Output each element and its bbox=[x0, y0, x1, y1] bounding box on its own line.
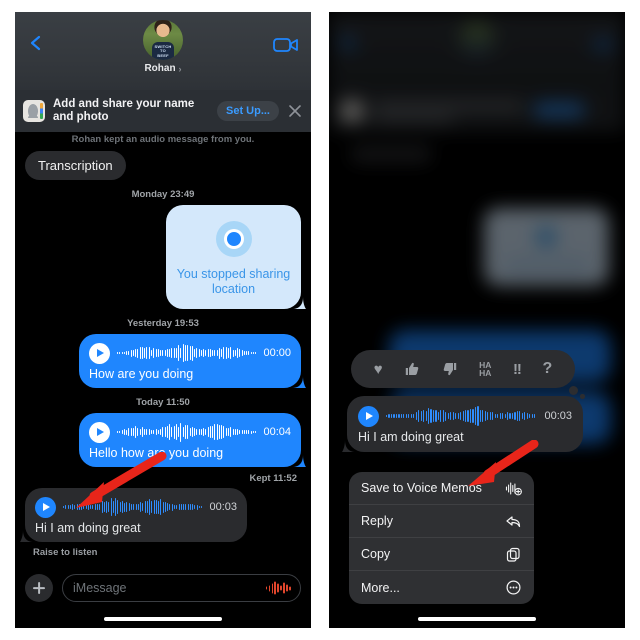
message-input-bar: iMessage bbox=[15, 570, 311, 606]
bubble-tail bbox=[20, 530, 34, 542]
audio-transcript: How are you doing bbox=[89, 367, 194, 381]
thumbs-up-icon[interactable] bbox=[404, 361, 420, 377]
contact-name-label: Rohan bbox=[144, 63, 176, 74]
audio-message-bubble[interactable]: 00:04 Hello how are you doing bbox=[79, 413, 306, 467]
raise-to-listen-hint: Raise to listen bbox=[33, 547, 98, 558]
play-icon[interactable] bbox=[35, 496, 56, 518]
audio-waveform[interactable] bbox=[386, 405, 538, 427]
date-stamp: Today 11:50 bbox=[136, 397, 190, 408]
audio-controls-row: 00:03 bbox=[35, 496, 237, 518]
waveform-plus-icon bbox=[505, 480, 522, 497]
audio-waveform-icon[interactable] bbox=[265, 581, 291, 595]
thumbs-down-icon[interactable] bbox=[442, 361, 458, 377]
ellipsis-circle-icon bbox=[505, 579, 522, 596]
menu-item-label: Copy bbox=[361, 547, 391, 561]
phone-screenshot-left: SWITCH TO BEEF Rohan › Add and share you… bbox=[15, 12, 311, 628]
context-menu[interactable]: Save to Voice Memos Reply Copy More... bbox=[349, 472, 534, 604]
message-thread[interactable]: Rohan kept an audio message from you. Tr… bbox=[15, 132, 311, 570]
date-stamp: Yesterday 19:53 bbox=[127, 318, 199, 329]
audio-duration: 00:03 bbox=[544, 410, 572, 422]
transcription-row: Transcription bbox=[25, 151, 301, 180]
received-audio-message-bubble[interactable]: 00:03 Hi I am doing great bbox=[20, 488, 247, 542]
audio-waveform[interactable] bbox=[117, 342, 257, 364]
tapback-tail-small bbox=[580, 394, 585, 399]
menu-item-save-to-voice-memos[interactable]: Save to Voice Memos bbox=[349, 472, 534, 505]
play-icon[interactable] bbox=[89, 342, 110, 364]
bubble-tail bbox=[292, 455, 306, 467]
transcription-bubble[interactable]: Transcription bbox=[25, 151, 126, 180]
back-button[interactable] bbox=[27, 34, 45, 52]
audio-controls-row: 00:00 bbox=[89, 342, 291, 364]
avatar[interactable]: SWITCH TO BEEF bbox=[143, 20, 183, 60]
imessage-input[interactable]: iMessage bbox=[62, 574, 301, 602]
audio-waveform[interactable] bbox=[117, 421, 257, 443]
menu-item-more[interactable]: More... bbox=[349, 571, 534, 604]
location-message-text: You stopped sharing location bbox=[176, 267, 291, 296]
audio-duration: 00:00 bbox=[263, 347, 291, 359]
contact-tabs-decoration bbox=[40, 103, 43, 119]
contact-name: Rohan › bbox=[144, 63, 181, 74]
tapback-reaction-bar[interactable]: ♥ HA HA !! ? bbox=[351, 350, 575, 388]
tapback-tail-large bbox=[569, 386, 578, 395]
message-row: 00:00 How are you doing bbox=[25, 334, 306, 388]
audio-duration: 00:04 bbox=[263, 426, 291, 438]
copy-icon bbox=[505, 546, 522, 563]
phone-screenshot-right: ♥ HA HA !! ? 00:03 Hi I am doing great S… bbox=[329, 12, 625, 628]
kept-audio-notice: Rohan kept an audio message from you. bbox=[71, 134, 255, 145]
audio-message-bubble[interactable]: 00:00 How are you doing bbox=[79, 334, 306, 388]
menu-item-reply[interactable]: Reply bbox=[349, 505, 534, 538]
heart-icon[interactable]: ♥ bbox=[374, 361, 383, 378]
audio-controls-row: 00:04 bbox=[89, 421, 291, 443]
contacts-app-icon bbox=[23, 100, 45, 122]
banner-text: Add and share your name and photo bbox=[53, 98, 195, 123]
person-glyph-icon bbox=[28, 105, 38, 118]
bubble-tail bbox=[292, 297, 306, 309]
menu-item-label: Save to Voice Memos bbox=[361, 481, 482, 495]
audio-transcript: Hi I am doing great bbox=[358, 430, 464, 444]
imessage-placeholder: iMessage bbox=[73, 581, 127, 595]
home-indicator bbox=[418, 617, 536, 621]
screenshot-root: SWITCH TO BEEF Rohan › Add and share you… bbox=[0, 0, 640, 640]
question-icon[interactable]: ? bbox=[542, 360, 552, 378]
audio-transcript: Hello how are you doing bbox=[89, 446, 224, 460]
exclamation-icon[interactable]: !! bbox=[513, 361, 522, 378]
set-up-button[interactable]: Set Up... bbox=[216, 101, 279, 121]
audio-waveform[interactable] bbox=[63, 496, 203, 518]
chevron-right-icon: › bbox=[178, 63, 182, 74]
audio-transcript: Hi I am doing great bbox=[35, 521, 141, 535]
menu-item-copy[interactable]: Copy bbox=[349, 538, 534, 571]
menu-item-label: More... bbox=[361, 580, 400, 595]
audio-controls-row: 00:03 bbox=[358, 405, 572, 427]
bubble-tail bbox=[342, 440, 356, 452]
avatar-shirt-text: SWITCH TO BEEF bbox=[154, 43, 172, 58]
contact-header[interactable]: SWITCH TO BEEF Rohan › bbox=[143, 20, 183, 74]
name-and-photo-banner: Add and share your name and photo Set Up… bbox=[15, 90, 311, 132]
navigation-bar: SWITCH TO BEEF Rohan › bbox=[15, 12, 311, 90]
message-row: You stopped sharing location bbox=[25, 205, 306, 309]
date-stamp: Monday 23:49 bbox=[131, 189, 195, 200]
play-icon[interactable] bbox=[358, 405, 379, 427]
play-icon[interactable] bbox=[89, 421, 110, 443]
location-message-bubble[interactable]: You stopped sharing location bbox=[166, 205, 306, 309]
bubble-tail bbox=[292, 376, 306, 388]
message-row: 00:04 Hello how are you doing bbox=[25, 413, 306, 467]
location-dot-icon bbox=[215, 221, 252, 257]
message-row: 00:03 Hi I am doing great bbox=[20, 488, 301, 542]
haha-icon[interactable]: HA HA bbox=[479, 360, 491, 378]
close-icon[interactable] bbox=[287, 103, 303, 119]
kept-timestamp: Kept 11:52 bbox=[249, 473, 297, 484]
plus-icon[interactable] bbox=[25, 574, 53, 602]
home-indicator bbox=[104, 617, 222, 621]
focused-audio-message-bubble[interactable]: 00:03 Hi I am doing great bbox=[342, 396, 583, 452]
menu-item-label: Reply bbox=[361, 514, 393, 528]
reply-arrow-icon bbox=[505, 513, 522, 530]
facetime-video-button[interactable] bbox=[273, 36, 299, 54]
messages-conversation-screen: SWITCH TO BEEF Rohan › Add and share you… bbox=[15, 12, 311, 628]
messages-context-menu-screen: ♥ HA HA !! ? 00:03 Hi I am doing great S… bbox=[329, 12, 625, 628]
audio-duration: 00:03 bbox=[209, 501, 237, 513]
